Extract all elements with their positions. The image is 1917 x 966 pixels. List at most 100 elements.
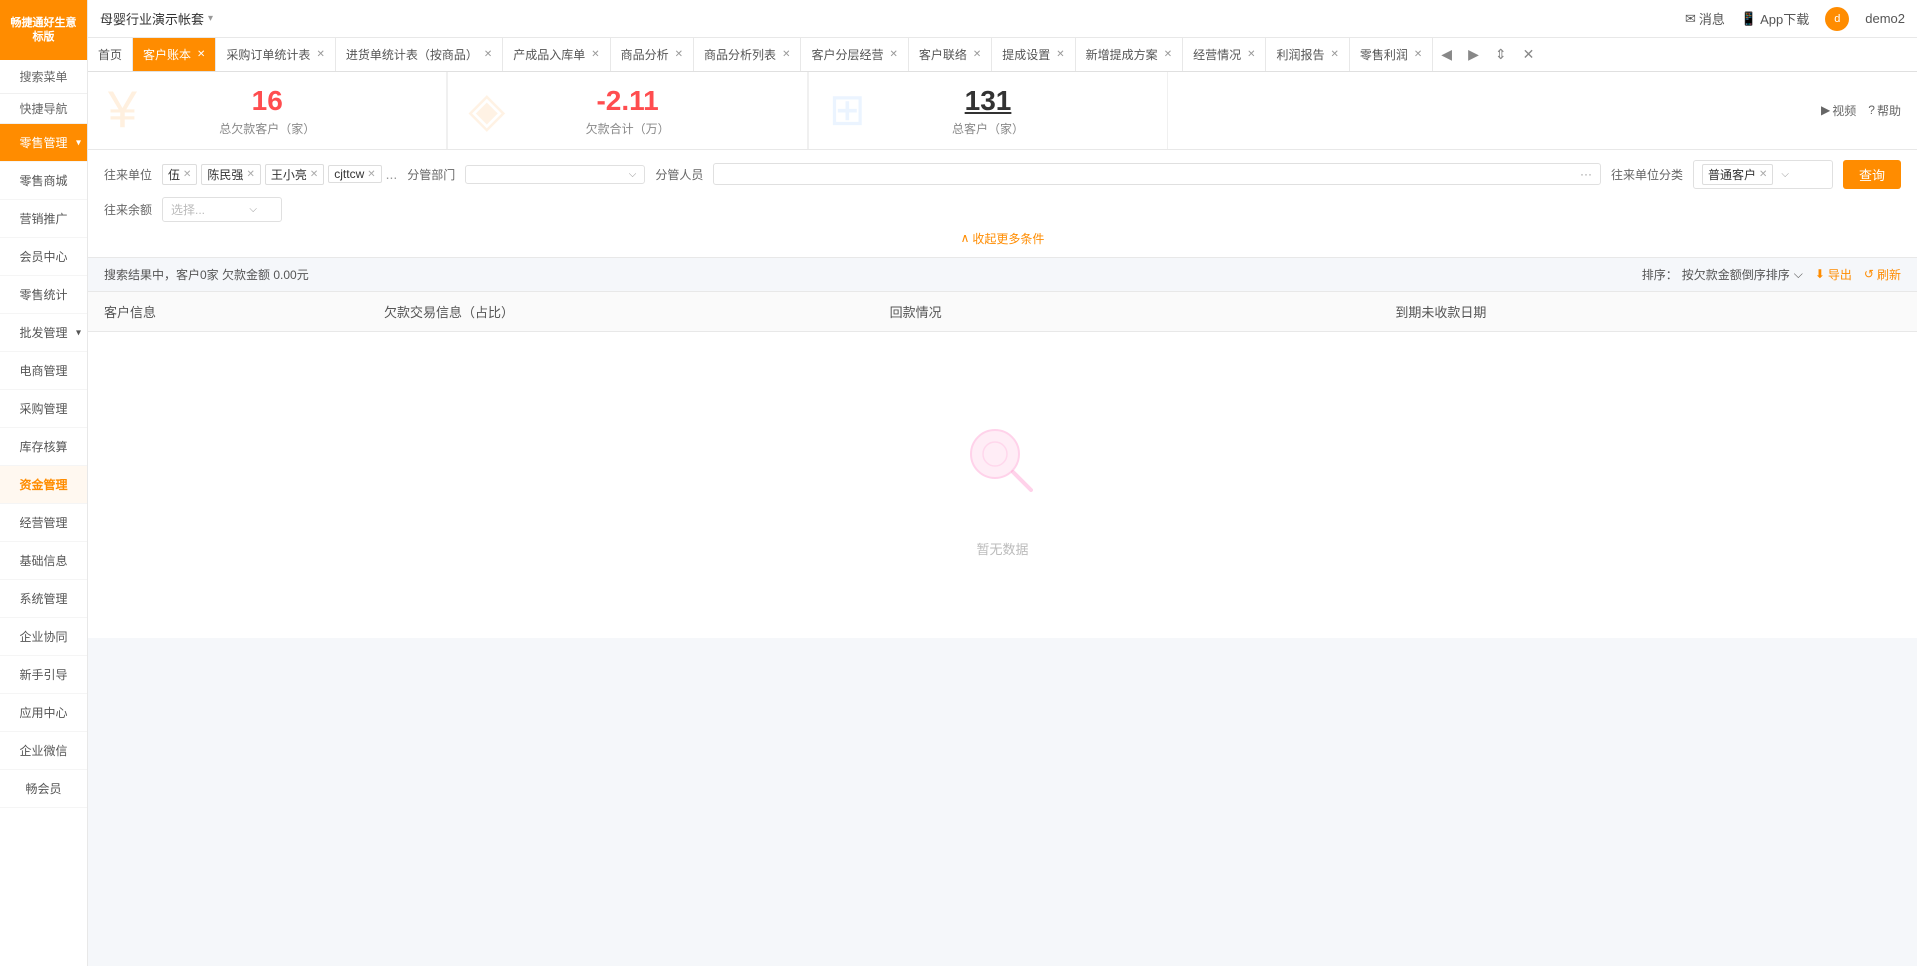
query-button[interactable]: 查询	[1843, 160, 1901, 189]
help-icon: ?	[1868, 103, 1875, 117]
filter-dept-label: 分管部门	[407, 166, 455, 183]
refresh-label: 刷新	[1877, 266, 1901, 283]
sidebar-item-system[interactable]: 系统管理	[0, 580, 87, 618]
tab-close-icon[interactable]: ✕	[197, 49, 205, 60]
sidebar-item-inventory[interactable]: 库存核算	[0, 428, 87, 466]
sidebar-item-marketing[interactable]: 营销推广	[0, 200, 87, 238]
tab-next-btn[interactable]: ▶	[1460, 38, 1487, 72]
stat-debt-customers-label: 总欠款客户（家）	[219, 120, 315, 137]
filter-unit-class-label: 往来单位分类	[1611, 166, 1683, 183]
sidebar-item-member-center[interactable]: 会员中心	[0, 238, 87, 276]
tab-home[interactable]: 首页	[88, 38, 133, 72]
sidebar-item-quick-nav[interactable]: 快捷导航	[0, 94, 87, 124]
filter-tag-chen-close[interactable]: ✕	[246, 169, 254, 180]
message-btn[interactable]: ✉ 消息	[1685, 9, 1725, 28]
stat-debt-total: ◈ -2.11 欠款合计（万）	[448, 72, 807, 149]
header-left: 母婴行业演示帐套 ▾	[100, 9, 213, 28]
tab-close-icon[interactable]: ✕	[973, 49, 981, 60]
store-selector[interactable]: 母婴行业演示帐套 ▾	[100, 9, 213, 28]
sidebar-item-retail-stats[interactable]: 零售统计	[0, 276, 87, 314]
video-link[interactable]: ▶ 视频	[1821, 102, 1856, 119]
result-summary-right: 排序： 按欠款金额倒序排序 ⌵ ⬇ 导出 ↺ 刷新	[1642, 266, 1901, 283]
filter-dept-select[interactable]: ⌵	[465, 165, 645, 184]
tab-purchase-stats[interactable]: 采购订单统计表 ✕	[216, 38, 335, 72]
sidebar-item-basic-info[interactable]: 基础信息	[0, 542, 87, 580]
tab-close-icon[interactable]: ✕	[1331, 49, 1339, 60]
tab-close-icon[interactable]: ✕	[316, 49, 324, 60]
filter-unit-class-select[interactable]: 普通客户 ✕ ⌵	[1693, 160, 1833, 189]
stat-debt-total-label: 欠款合计（万）	[586, 120, 670, 137]
filter-unit-class-close[interactable]: ✕	[1759, 169, 1767, 180]
tab-produce-inbound[interactable]: 产成品入库单 ✕	[503, 38, 610, 72]
tab-close-icon[interactable]: ✕	[1414, 49, 1422, 60]
tab-profit-report[interactable]: 利润报告 ✕	[1266, 38, 1349, 72]
sidebar-item-ecommerce[interactable]: 电商管理	[0, 352, 87, 390]
collapse-label: 收起更多条件	[972, 230, 1044, 247]
tab-inbound-stats-label: 进货单统计表（按商品）	[346, 46, 478, 63]
empty-icon	[953, 412, 1053, 529]
filter-tag-wang: 王小亮 ✕	[265, 164, 324, 185]
tab-customer-tier[interactable]: 客户分层经营 ✕	[801, 38, 908, 72]
filter-manager-select[interactable]: ···	[713, 163, 1601, 185]
tab-product-analysis-list[interactable]: 商品分析列表 ✕	[694, 38, 801, 72]
filter-tag-cjttcw-close[interactable]: ✕	[367, 169, 375, 180]
sidebar-item-enterprise[interactable]: 企业协同	[0, 618, 87, 656]
sidebar-item-finance[interactable]: 资金管理	[0, 466, 87, 504]
export-icon: ⬇	[1815, 267, 1825, 281]
tab-customer-ledger-label: 客户账本	[143, 46, 191, 63]
user-avatar[interactable]: d	[1825, 7, 1849, 31]
tab-business[interactable]: 经营情况 ✕	[1183, 38, 1266, 72]
page-content: ¥ 16 总欠款客户（家） ◈ -2.11 欠款合计（万） ⊞ 131 总客户（…	[88, 72, 1917, 966]
sidebar: 畅捷通好生意 标版 搜索菜单 快捷导航 零售管理 零售商城 营销推广 会员中心 …	[0, 0, 88, 966]
tab-prev-btn[interactable]: ◀	[1433, 38, 1460, 72]
main-area: 母婴行业演示帐套 ▾ ✉ 消息 📱 App下载 d demo2 首页 客户账本 …	[88, 0, 1917, 966]
tab-close-all-btn[interactable]: ✕	[1515, 38, 1543, 72]
sidebar-item-member[interactable]: 畅会员	[0, 770, 87, 808]
tab-close-icon[interactable]: ✕	[1164, 49, 1172, 60]
sidebar-item-guide[interactable]: 新手引导	[0, 656, 87, 694]
header-right: ✉ 消息 📱 App下载 d demo2	[1685, 7, 1905, 31]
tab-customer-contact[interactable]: 客户联络 ✕	[909, 38, 992, 72]
help-link[interactable]: ? 帮助	[1868, 102, 1901, 119]
sidebar-item-operations[interactable]: 经营管理	[0, 504, 87, 542]
empty-text: 暂无数据	[976, 539, 1028, 558]
filter-balance-select[interactable]: 选择... ⌵	[162, 197, 282, 222]
filter-more-dots[interactable]: ...	[386, 166, 398, 182]
filter-balance-arrow-icon: ⌵	[249, 204, 257, 215]
sidebar-item-wholesale[interactable]: 批发管理	[0, 314, 87, 352]
refresh-button[interactable]: ↺ 刷新	[1864, 266, 1901, 283]
tab-bar: 首页 客户账本 ✕ 采购订单统计表 ✕ 进货单统计表（按商品） ✕ 产成品入库单…	[88, 38, 1917, 72]
filter-tag-chen: 陈民强 ✕	[201, 164, 260, 185]
filter-tag-wang-close[interactable]: ✕	[310, 169, 318, 180]
sidebar-item-app-center[interactable]: 应用中心	[0, 694, 87, 732]
sort-value: 按欠款金额倒序排序	[1682, 266, 1790, 283]
tab-close-icon[interactable]: ✕	[782, 49, 790, 60]
tab-product-analysis[interactable]: 商品分析 ✕	[611, 38, 694, 72]
tab-expand-btn[interactable]: ⇕	[1487, 38, 1515, 72]
tab-customer-ledger[interactable]: 客户账本 ✕	[133, 38, 216, 72]
tab-close-icon[interactable]: ✕	[889, 49, 897, 60]
sort-selector[interactable]: 排序： 按欠款金额倒序排序 ⌵	[1642, 266, 1803, 283]
filter-tag-wu-close[interactable]: ✕	[183, 169, 191, 180]
tab-close-icon[interactable]: ✕	[591, 49, 599, 60]
collapse-button[interactable]: ∧ 收起更多条件	[961, 230, 1045, 247]
filter-unit-class-arrow-icon: ⌵	[1781, 169, 1789, 180]
tab-close-icon[interactable]: ✕	[484, 49, 492, 60]
tab-close-icon[interactable]: ✕	[675, 49, 683, 60]
filter-manager-dots[interactable]: ···	[1580, 167, 1592, 181]
tab-retail-profit[interactable]: 零售利润 ✕	[1350, 38, 1433, 72]
tab-profit-report-label: 利润报告	[1276, 46, 1324, 63]
export-button[interactable]: ⬇ 导出	[1815, 266, 1852, 283]
app-download-btn[interactable]: 📱 App下载	[1741, 9, 1809, 28]
filter-manager-label: 分管人员	[655, 166, 703, 183]
sidebar-item-weixin[interactable]: 企业微信	[0, 732, 87, 770]
tab-close-icon[interactable]: ✕	[1247, 49, 1255, 60]
sidebar-item-retail-shop[interactable]: 零售商城	[0, 162, 87, 200]
sidebar-item-search[interactable]: 搜索菜单	[0, 60, 87, 94]
sidebar-item-purchase[interactable]: 采购管理	[0, 390, 87, 428]
sidebar-item-retail[interactable]: 零售管理	[0, 124, 87, 162]
tab-new-commission[interactable]: 新增提成方案 ✕	[1076, 38, 1183, 72]
tab-commission-setting[interactable]: 提成设置 ✕	[992, 38, 1075, 72]
tab-inbound-stats[interactable]: 进货单统计表（按商品） ✕	[336, 38, 503, 72]
tab-close-icon[interactable]: ✕	[1056, 49, 1064, 60]
